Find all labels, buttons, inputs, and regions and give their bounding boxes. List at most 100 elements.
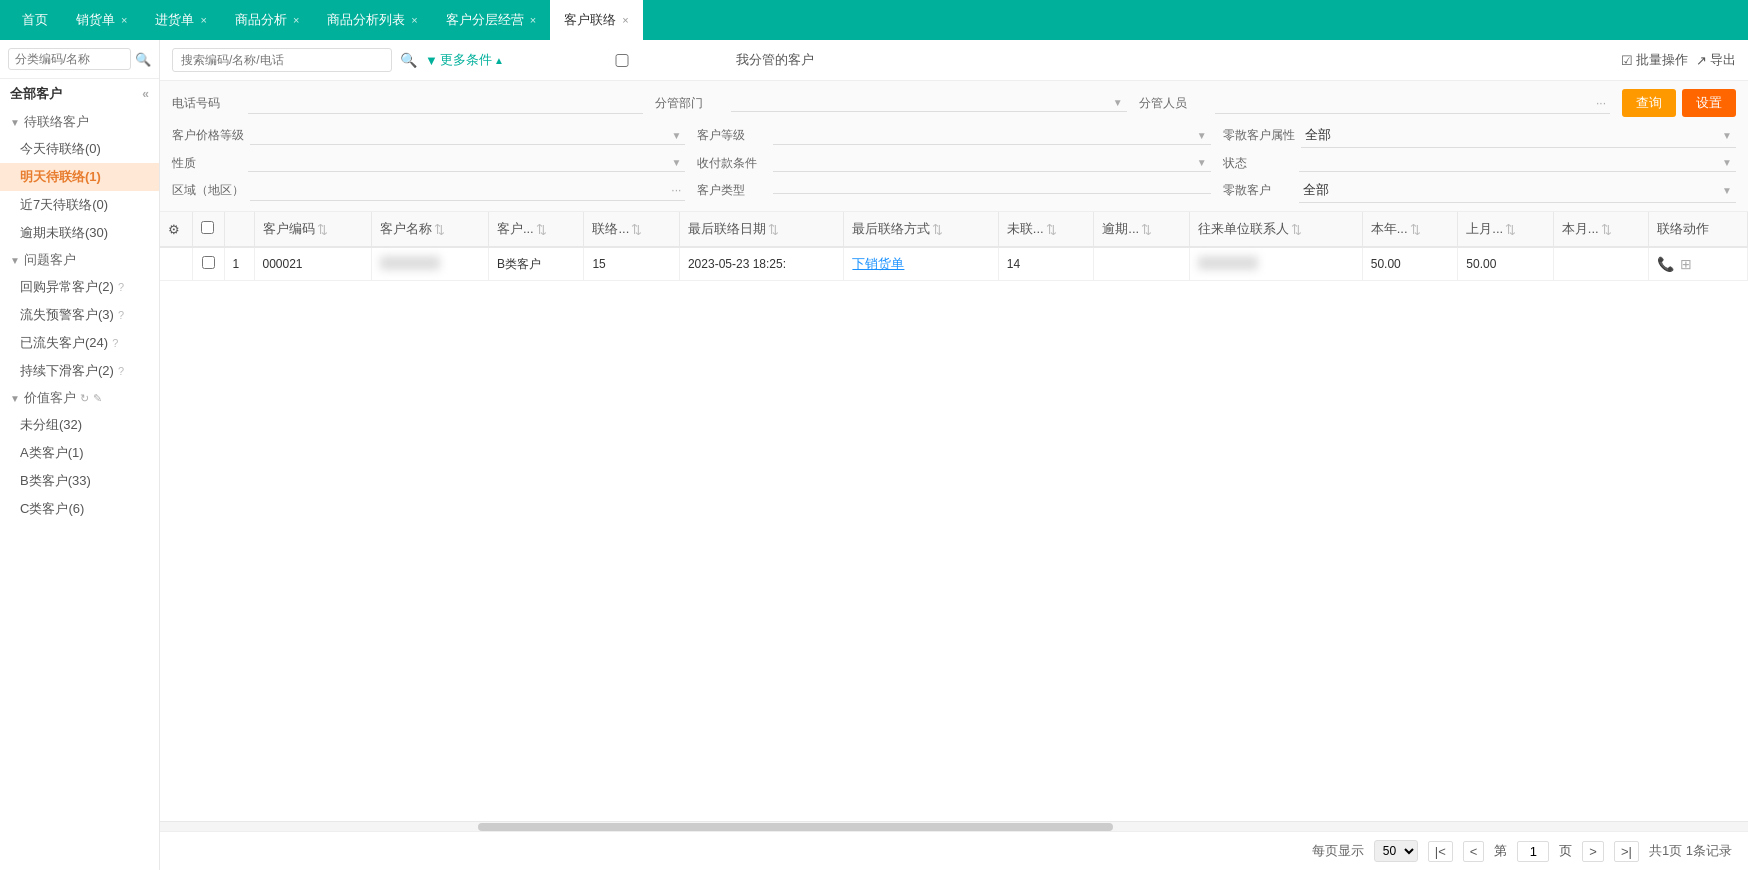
- region-more-icon[interactable]: ···: [671, 183, 681, 197]
- sidebar-item-lost[interactable]: 流失预警客户(3) ?: [0, 301, 159, 329]
- sort-overdue-icon[interactable]: ⇅: [1141, 222, 1152, 237]
- nav-analysis[interactable]: 商品分析 ×: [221, 0, 313, 40]
- sidebar-item-b-class[interactable]: B类客户(33): [0, 467, 159, 495]
- nature-select[interactable]: ▼: [248, 154, 685, 172]
- row-select-checkbox[interactable]: [202, 256, 215, 269]
- help-icon-churned[interactable]: ?: [112, 337, 118, 349]
- nav-purchase[interactable]: 进货单 ×: [141, 0, 220, 40]
- sort-tmonth-icon[interactable]: ⇅: [1601, 222, 1612, 237]
- sidebar-group-pending-contact[interactable]: 待联络客户: [0, 109, 159, 135]
- sort-year-icon[interactable]: ⇅: [1410, 222, 1421, 237]
- close-analysis-icon[interactable]: ×: [293, 14, 299, 26]
- filter-customer-level: 客户等级 ▼: [697, 127, 1210, 145]
- sidebar-item-today[interactable]: 今天待联络(0): [0, 135, 159, 163]
- close-customer-contact-icon[interactable]: ×: [622, 14, 628, 26]
- nav-analysis-list[interactable]: 商品分析列表 ×: [313, 0, 431, 40]
- manage-personnel-select[interactable]: ···: [1215, 93, 1610, 114]
- next-page-btn[interactable]: >: [1582, 841, 1604, 862]
- sidebar-item-a-class[interactable]: A类客户(1): [0, 439, 159, 467]
- search-input[interactable]: [172, 48, 392, 72]
- help-icon-continuous-down[interactable]: ?: [118, 365, 124, 377]
- phone-action-icon[interactable]: 📞: [1657, 256, 1674, 272]
- sidebar-item-unclassified[interactable]: 未分组(32): [0, 411, 159, 439]
- last-page-btn[interactable]: >|: [1614, 841, 1639, 862]
- filter-row-2: 客户价格等级 ▼ 客户等级 ▼ 零散客户属性 全部: [172, 123, 1736, 148]
- sidebar-group-value-customers[interactable]: 价值客户 ↻ ✎: [0, 385, 159, 411]
- col-gear: ⚙: [160, 212, 192, 247]
- col-not-contact: 未联... ⇅: [998, 212, 1094, 247]
- sidebar-search-icon[interactable]: 🔍: [135, 52, 151, 67]
- close-customer-segment-icon[interactable]: ×: [530, 14, 536, 26]
- col-overdue: 逾期... ⇅: [1094, 212, 1190, 247]
- row-contact-action: 📞 ⊞: [1649, 247, 1748, 281]
- set-button[interactable]: 设置: [1682, 89, 1736, 117]
- manage-personnel-more-icon[interactable]: ···: [1596, 96, 1606, 110]
- sort-name-icon[interactable]: ⇅: [434, 222, 445, 237]
- nav-home[interactable]: 首页: [8, 0, 62, 40]
- help-icon-repurchase[interactable]: ?: [118, 281, 124, 293]
- nav-customer-segment[interactable]: 客户分层经营 ×: [432, 0, 550, 40]
- help-icon-lost[interactable]: ?: [118, 309, 124, 321]
- sort-date-icon[interactable]: ⇅: [768, 222, 779, 237]
- col-customer-type: 客户... ⇅: [488, 212, 584, 247]
- prev-page-btn[interactable]: <: [1463, 841, 1485, 862]
- grid-action-icon[interactable]: ⊞: [1680, 256, 1692, 272]
- value-customers-edit-icon[interactable]: ✎: [93, 392, 102, 405]
- sidebar-item-week[interactable]: 近7天待联络(0): [0, 191, 159, 219]
- sidebar-item-c-class[interactable]: C类客户(6): [0, 495, 159, 523]
- sidebar-group-problem-customers[interactable]: 问题客户: [0, 247, 159, 273]
- filter-manage-dept: 分管部门 ▼: [655, 94, 1126, 112]
- status-select[interactable]: ▼: [1299, 154, 1736, 172]
- retail-attribute-select[interactable]: 全部 ▼: [1301, 123, 1736, 148]
- value-customers-refresh-icon[interactable]: ↻: [80, 392, 89, 405]
- row-last-contact-method[interactable]: 下销货单: [844, 247, 998, 281]
- close-purchase-icon[interactable]: ×: [200, 14, 206, 26]
- sort-lmonth-icon[interactable]: ⇅: [1505, 222, 1516, 237]
- payment-terms-select[interactable]: ▼: [773, 154, 1210, 172]
- more-filters-btn[interactable]: ▼ 更多条件 ▲: [425, 51, 504, 69]
- customer-level-select[interactable]: ▼: [773, 127, 1210, 145]
- region-select[interactable]: ···: [250, 180, 685, 201]
- filter-customer-type: 客户类型: [697, 182, 1210, 199]
- row-checkbox: [192, 247, 224, 281]
- sidebar-all-customers[interactable]: 全部客户 «: [0, 79, 159, 109]
- query-button[interactable]: 查询: [1622, 89, 1676, 117]
- close-analysis-list-icon[interactable]: ×: [411, 14, 417, 26]
- nav-sales[interactable]: 销货单 ×: [62, 0, 141, 40]
- phone-input[interactable]: [248, 93, 643, 114]
- retail-attribute-down-icon: ▼: [1722, 130, 1732, 141]
- advanced-filter: 电话号码 分管部门 ▼ 分管人员 ···: [160, 81, 1748, 212]
- manage-dept-select[interactable]: ▼: [731, 94, 1126, 112]
- sort-code-icon[interactable]: ⇅: [317, 222, 328, 237]
- sidebar-item-overdue[interactable]: 逾期未联络(30): [0, 219, 159, 247]
- customer-type-select[interactable]: [773, 187, 1210, 194]
- sidebar-search-input[interactable]: [8, 48, 131, 70]
- my-customers-checkbox[interactable]: [512, 54, 732, 67]
- row-name[interactable]: [371, 247, 488, 281]
- sidebar-item-repurchase-abnormal[interactable]: 回购异常客户(2) ?: [0, 273, 159, 301]
- nav-customer-contact[interactable]: 客户联络 ×: [550, 0, 642, 40]
- page-input[interactable]: [1517, 841, 1549, 862]
- sort-notcontact-icon[interactable]: ⇅: [1046, 222, 1057, 237]
- sort-method-icon[interactable]: ⇅: [932, 222, 943, 237]
- col-last-contact-method: 最后联络方式 ⇅: [844, 212, 998, 247]
- batch-operation-btn[interactable]: ☑ 批量操作: [1621, 51, 1688, 69]
- customer-level-down-icon: ▼: [1197, 130, 1207, 141]
- select-all-checkbox[interactable]: [201, 221, 214, 234]
- close-sales-icon[interactable]: ×: [121, 14, 127, 26]
- sidebar-item-continuous-down[interactable]: 持续下滑客户(2) ?: [0, 357, 159, 385]
- export-btn[interactable]: ↗ 导出: [1696, 51, 1736, 69]
- horizontal-scrollbar[interactable]: [160, 821, 1748, 831]
- sort-type-icon[interactable]: ⇅: [536, 222, 547, 237]
- first-page-btn[interactable]: |<: [1428, 841, 1453, 862]
- retail-customer-select[interactable]: 全部 ▼: [1299, 178, 1736, 203]
- search-button-icon[interactable]: 🔍: [400, 52, 417, 68]
- per-page-select[interactable]: 50: [1374, 840, 1418, 862]
- sort-contacts-icon[interactable]: ⇅: [631, 222, 642, 237]
- sidebar-item-churned[interactable]: 已流失客户(24) ?: [0, 329, 159, 357]
- sort-unit-icon[interactable]: ⇅: [1291, 222, 1302, 237]
- price-level-select[interactable]: ▼: [250, 127, 685, 145]
- gear-icon[interactable]: ⚙: [168, 222, 180, 237]
- sidebar-item-tomorrow[interactable]: 明天待联络(1): [0, 163, 159, 191]
- data-table-area: ⚙ 客户编码 ⇅: [160, 212, 1748, 821]
